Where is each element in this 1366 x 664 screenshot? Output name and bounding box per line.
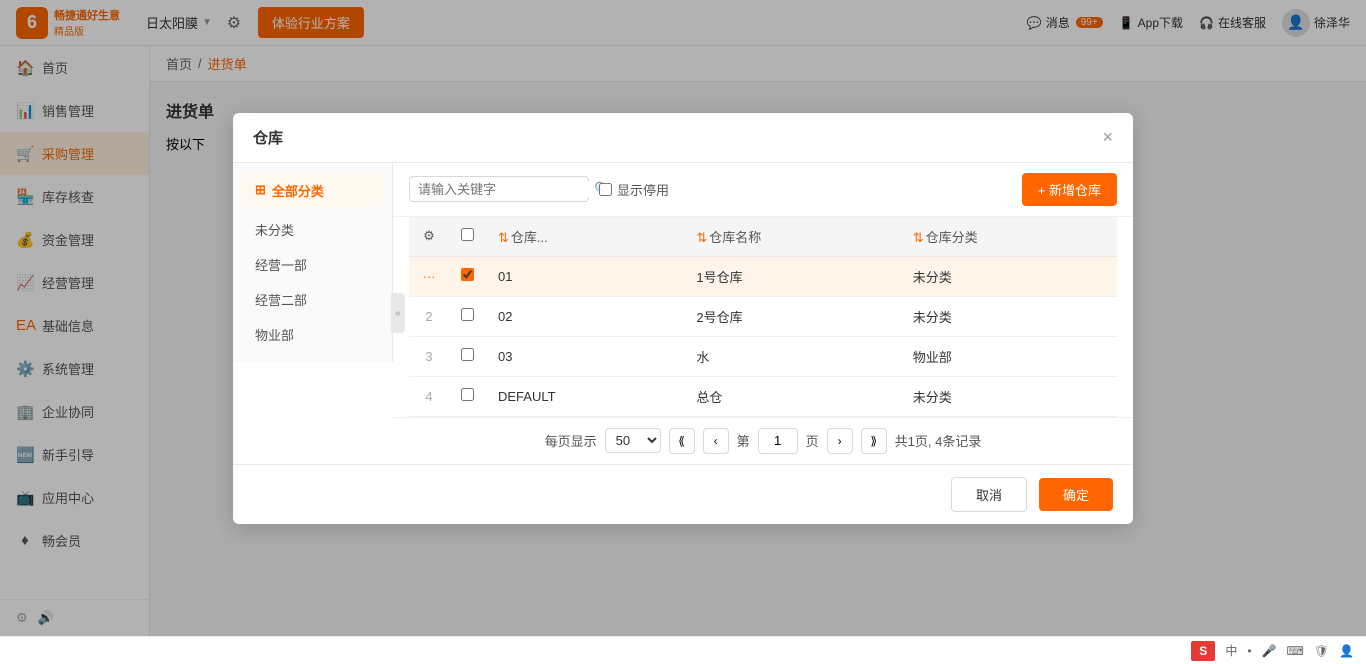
row-code: 02 <box>486 296 684 336</box>
next-page-button[interactable]: › <box>827 428 853 454</box>
row-code: DEFAULT <box>486 376 684 416</box>
per-page-select[interactable]: 50 100 <box>605 428 661 453</box>
row-checkbox[interactable] <box>461 388 474 401</box>
statusbar-icon-1: 中 <box>1225 642 1237 659</box>
row-name: 总仓 <box>684 376 900 416</box>
add-warehouse-button[interactable]: + 新增仓库 <box>1022 173 1117 206</box>
row-cb <box>449 376 486 416</box>
modal-sidebar-item-0[interactable]: 未分类 <box>233 212 392 247</box>
confirm-button[interactable]: 确定 <box>1039 478 1113 511</box>
modal-pagination: 每页显示 50 100 ⟪ ‹ 第 页 › ⟫ 共1页, 4条记录 <box>393 417 1133 464</box>
row-code: 01 <box>486 256 684 296</box>
table-row[interactable]: 3 03 水 物业部 <box>409 336 1117 376</box>
table-row[interactable]: 2 02 2号仓库 未分类 <box>409 296 1117 336</box>
modal-main: 🔍 显示停用 + 新增仓库 ⚙ <box>393 163 1133 464</box>
row-name: 1号仓库 <box>684 256 900 296</box>
row-category: 未分类 <box>901 256 1117 296</box>
modal-sidebar-item-1[interactable]: 经营一部 <box>233 247 392 282</box>
warehouse-modal: 仓库 × ⊞ 全部分类 未分类 经营一部 经营二部 物业部 « <box>233 113 1133 524</box>
first-page-button[interactable]: ⟪ <box>669 428 695 454</box>
modal-toolbar: 🔍 显示停用 + 新增仓库 <box>393 163 1133 217</box>
th-name[interactable]: ⇅仓库名称 <box>684 217 900 257</box>
pagination-summary: 共1页, 4条记录 <box>895 431 982 450</box>
statusbar-shield-icon: 🛡 <box>1314 644 1329 658</box>
sort-icon: ⇅ <box>696 230 707 245</box>
row-num: 4 <box>409 376 449 416</box>
row-num: ··· <box>409 256 449 296</box>
modal-header: 仓库 × <box>233 113 1133 163</box>
row-category: 未分类 <box>901 376 1117 416</box>
modal-sidebar-item-2[interactable]: 经营二部 <box>233 282 392 317</box>
sort-icon: ⇅ <box>498 230 509 245</box>
modal-overlay: 仓库 × ⊞ 全部分类 未分类 经营一部 经营二部 物业部 « <box>0 0 1366 636</box>
row-category: 物业部 <box>901 336 1117 376</box>
table-row[interactable]: ··· 01 1号仓库 未分类 <box>409 256 1117 296</box>
th-settings[interactable]: ⚙ <box>409 217 449 257</box>
select-all-checkbox[interactable] <box>461 228 474 241</box>
row-category: 未分类 <box>901 296 1117 336</box>
search-input[interactable] <box>418 182 594 197</box>
th-code[interactable]: ⇅仓库... <box>486 217 684 257</box>
th-checkbox <box>449 217 486 257</box>
show-disabled-input[interactable] <box>599 183 612 196</box>
sidebar-collapse-button[interactable]: « <box>391 293 405 333</box>
row-num: 3 <box>409 336 449 376</box>
row-num: 2 <box>409 296 449 336</box>
cancel-button[interactable]: 取消 <box>951 477 1027 512</box>
th-category[interactable]: ⇅仓库分类 <box>901 217 1117 257</box>
modal-body: ⊞ 全部分类 未分类 经营一部 经营二部 物业部 « 🔍 <box>233 163 1133 464</box>
warehouse-table: ⚙ ⇅仓库... ⇅仓库名称 ⇅仓库分类 ··· <box>409 217 1117 417</box>
row-checkbox[interactable] <box>461 308 474 321</box>
modal-sidebar-item-3[interactable]: 物业部 <box>233 317 392 352</box>
statusbar: S 中 • 🎤 ⌨ 🛡 👤 <box>0 636 1366 664</box>
prev-page-button[interactable]: ‹ <box>703 428 729 454</box>
row-code: 03 <box>486 336 684 376</box>
show-disabled-checkbox[interactable]: 显示停用 <box>599 180 669 199</box>
modal-sidebar: ⊞ 全部分类 未分类 经营一部 经营二部 物业部 <box>233 163 393 362</box>
modal-title: 仓库 <box>253 127 283 148</box>
last-page-button[interactable]: ⟫ <box>861 428 887 454</box>
sort-icon: ⇅ <box>913 230 924 245</box>
modal-sidebar-wrapper: ⊞ 全部分类 未分类 经营一部 经营二部 物业部 « <box>233 163 393 464</box>
statusbar-icon-2: • <box>1247 644 1251 658</box>
row-cb <box>449 256 486 296</box>
statusbar-keyboard-icon: ⌨ <box>1286 644 1303 658</box>
row-checkbox[interactable] <box>461 268 474 281</box>
grid-icon: ⊞ <box>255 182 266 198</box>
row-checkbox[interactable] <box>461 348 474 361</box>
modal-close-button[interactable]: × <box>1102 127 1113 148</box>
page-number-input[interactable] <box>758 428 798 454</box>
statusbar-mic-icon: 🎤 <box>1262 644 1277 658</box>
row-name: 2号仓库 <box>684 296 900 336</box>
search-box: 🔍 <box>409 176 589 202</box>
statusbar-user-icon: 👤 <box>1339 644 1354 658</box>
row-name: 水 <box>684 336 900 376</box>
modal-footer: 取消 确定 <box>233 464 1133 524</box>
modal-sidebar-all[interactable]: ⊞ 全部分类 <box>241 173 384 208</box>
statusbar-logo: S <box>1191 641 1215 661</box>
table-row[interactable]: 4 DEFAULT 总仓 未分类 <box>409 376 1117 416</box>
row-cb <box>449 296 486 336</box>
warehouse-table-wrap: ⚙ ⇅仓库... ⇅仓库名称 ⇅仓库分类 ··· <box>393 217 1133 417</box>
row-cb <box>449 336 486 376</box>
